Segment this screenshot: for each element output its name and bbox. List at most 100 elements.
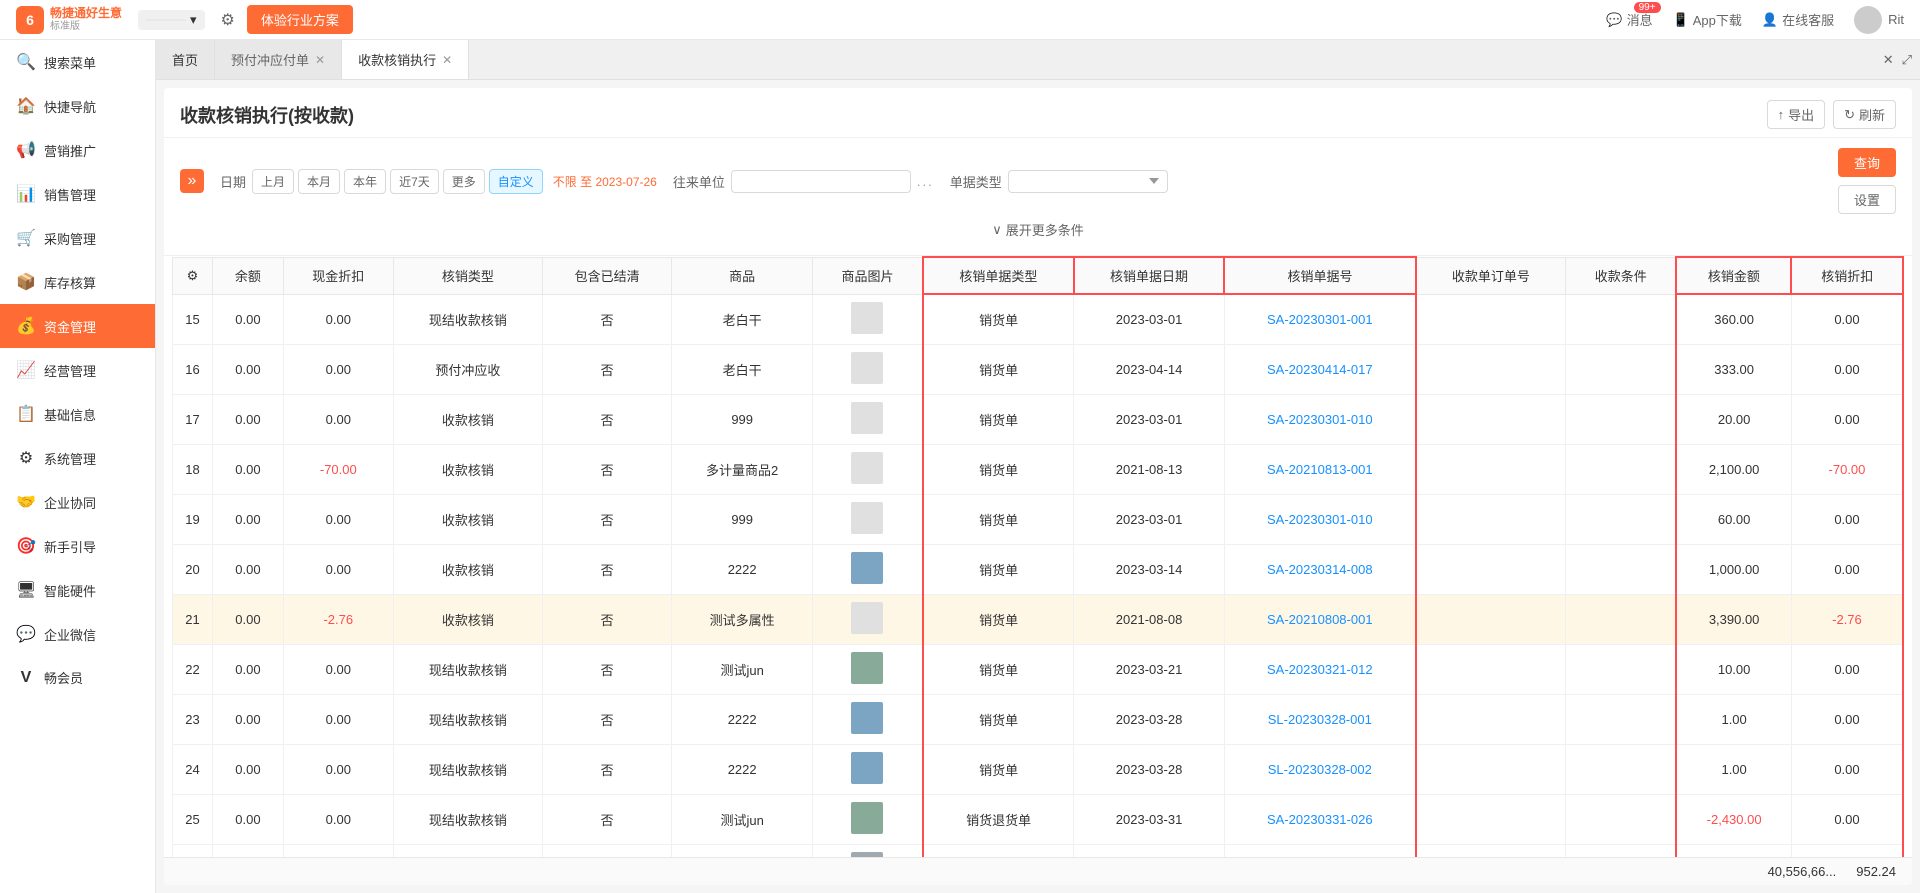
sidebar-label-member: 畅会员 bbox=[44, 668, 83, 687]
voucher-no-link[interactable]: SA-20230331-026 bbox=[1267, 812, 1373, 827]
cell-writeoff-amount: 333.00 bbox=[1676, 344, 1791, 394]
tab-bar-actions: ✕ ⤢ bbox=[1875, 40, 1920, 79]
sidebar-item-marketing[interactable]: 📢 营销推广 bbox=[0, 128, 155, 172]
tab-prepay[interactable]: 预付冲应付单 ✕ bbox=[215, 40, 342, 79]
expand-conditions[interactable]: ∨ 展开更多条件 bbox=[180, 214, 1896, 245]
cell-receipt-order-no bbox=[1416, 594, 1566, 644]
sidebar-item-enterprise[interactable]: 🤝 企业协同 bbox=[0, 480, 155, 524]
settings-button[interactable]: 设置 bbox=[1838, 185, 1896, 214]
cell-product-img bbox=[812, 644, 923, 694]
sidebar-item-system[interactable]: ⚙ 系统管理 bbox=[0, 436, 155, 480]
table-row: 25 0.00 0.00 现结收款核销 否 测试jun 销货退货单 2023-0… bbox=[173, 794, 1904, 844]
cell-product: 老白干 bbox=[672, 294, 812, 344]
cell-writeoff-amount: -2,430.00 bbox=[1676, 794, 1791, 844]
cell-writeoff-amount: 1.00 bbox=[1676, 694, 1791, 744]
date-more[interactable]: 更多 bbox=[443, 169, 485, 194]
sidebar-item-inventory[interactable]: 📦 库存核算 bbox=[0, 260, 155, 304]
cell-voucher-date: 2023-03-31 bbox=[1074, 794, 1225, 844]
query-button[interactable]: 查询 bbox=[1838, 148, 1896, 177]
filter-expand-button[interactable]: » bbox=[180, 169, 204, 193]
footer-total-amount: 40,556,66... bbox=[1768, 864, 1837, 879]
table-row: 17 0.00 0.00 收款核销 否 999 销货单 2023-03-01 S… bbox=[173, 394, 1904, 444]
company-dropdown[interactable]: ▾ bbox=[138, 10, 205, 30]
cell-receipt-condition bbox=[1566, 544, 1677, 594]
voucher-no-link[interactable]: SA-20230314-008 bbox=[1267, 562, 1373, 577]
message-action[interactable]: 💬 消息 99+ bbox=[1606, 10, 1652, 29]
cell-cash-discount: 0.00 bbox=[283, 294, 393, 344]
cell-product-img bbox=[812, 344, 923, 394]
cell-balance: 0.00 bbox=[213, 594, 284, 644]
voucher-no-link[interactable]: SA-20230414-017 bbox=[1267, 362, 1373, 377]
app-download-action[interactable]: 📱 App下载 bbox=[1673, 10, 1742, 29]
sidebar-item-search[interactable]: 🔍 搜索菜单 bbox=[0, 40, 155, 84]
date-custom[interactable]: 自定义 bbox=[489, 169, 543, 194]
column-settings-icon[interactable]: ⚙ bbox=[187, 268, 199, 283]
cell-product-img bbox=[812, 394, 923, 444]
cell-voucher-no: SA-20230331-026 bbox=[1224, 794, 1415, 844]
filter-row-1: » 日期 上月 本月 本年 近7天 更多 自定义 bbox=[180, 148, 1896, 214]
top-bar: 6 畅捷通好生意 标准版 ▾ ⚙ 体验行业方案 💬 消息 99+ 📱 App下载… bbox=[0, 0, 1920, 40]
voucher-no-link[interactable]: SA-20210808-001 bbox=[1267, 612, 1373, 627]
tab-home-label: 首页 bbox=[172, 50, 198, 69]
voucher-no-link[interactable]: SA-20230301-010 bbox=[1267, 412, 1373, 427]
app-icon: 📱 bbox=[1673, 12, 1689, 28]
cell-voucher-date: 2023-03-21 bbox=[1074, 644, 1225, 694]
dots-icon: ... bbox=[917, 174, 934, 189]
tab-writeoff[interactable]: 收款核销执行 ✕ bbox=[342, 40, 469, 79]
sidebar-item-smart-hw[interactable]: 🖥 智能硬件 bbox=[0, 568, 155, 612]
sidebar-item-operations[interactable]: 📈 经营管理 bbox=[0, 348, 155, 392]
sidebar-label-guide: 新手引导 bbox=[44, 537, 96, 556]
sidebar-item-quick-nav[interactable]: 🏠 快捷导航 bbox=[0, 84, 155, 128]
col-balance: 余额 bbox=[213, 257, 284, 294]
cell-cash-discount: 0.00 bbox=[283, 344, 393, 394]
sidebar-item-sales[interactable]: 📊 销售管理 bbox=[0, 172, 155, 216]
cell-no: 25 bbox=[173, 794, 213, 844]
cell-voucher-no: ABC-001 bbox=[1224, 844, 1415, 857]
cell-voucher-no: SA-20230314-008 bbox=[1224, 544, 1415, 594]
table-container: ⚙ 余额 现金折扣 核销类型 包含已结清 商品 商品图片 核销单据类型 核销单据… bbox=[164, 256, 1912, 857]
table-header-row: ⚙ 余额 现金折扣 核销类型 包含已结清 商品 商品图片 核销单据类型 核销单据… bbox=[173, 257, 1904, 294]
date-7days[interactable]: 近7天 bbox=[390, 169, 439, 194]
cell-voucher-no: SA-20210808-001 bbox=[1224, 594, 1415, 644]
tab-prepay-close[interactable]: ✕ bbox=[315, 53, 325, 67]
cell-no: 23 bbox=[173, 694, 213, 744]
voucher-type-select[interactable] bbox=[1008, 170, 1168, 193]
app-name: 畅捷通好生意 bbox=[50, 6, 122, 20]
sidebar-item-guide[interactable]: 🎯 新手引导 bbox=[0, 524, 155, 568]
cell-product-img bbox=[812, 544, 923, 594]
gear-icon[interactable]: ⚙ bbox=[221, 10, 235, 30]
counterparty-input[interactable] bbox=[731, 170, 911, 193]
date-this-month[interactable]: 本月 bbox=[298, 169, 340, 194]
cell-writeoff-discount: 0.00 bbox=[1791, 544, 1903, 594]
tab-expand-icon[interactable]: ⤢ bbox=[1902, 52, 1912, 68]
cell-voucher-no: SA-20230301-010 bbox=[1224, 494, 1415, 544]
sidebar-item-wechat[interactable]: 💬 企业微信 bbox=[0, 612, 155, 656]
refresh-button[interactable]: ↻ 刷新 bbox=[1833, 100, 1896, 129]
sidebar-item-basic-info[interactable]: 📋 基础信息 bbox=[0, 392, 155, 436]
tab-writeoff-close[interactable]: ✕ bbox=[442, 53, 452, 67]
sidebar-item-purchase[interactable]: 🛒 采购管理 bbox=[0, 216, 155, 260]
export-icon: ↑ bbox=[1778, 107, 1785, 122]
date-last-month[interactable]: 上月 bbox=[252, 169, 294, 194]
online-service-label: 在线客服 bbox=[1782, 10, 1834, 29]
voucher-no-link[interactable]: SA-20230301-001 bbox=[1267, 312, 1373, 327]
online-service-action[interactable]: 👤 在线客服 bbox=[1762, 10, 1834, 29]
date-this-year[interactable]: 本年 bbox=[344, 169, 386, 194]
tab-close-all-icon[interactable]: ✕ bbox=[1883, 52, 1894, 68]
voucher-no-link[interactable]: SA-20230321-012 bbox=[1267, 662, 1373, 677]
voucher-no-link[interactable]: SL-20230328-001 bbox=[1268, 712, 1372, 727]
export-button[interactable]: ↑ 导出 bbox=[1767, 100, 1826, 129]
voucher-no-link[interactable]: SA-20210813-001 bbox=[1267, 462, 1373, 477]
cell-voucher-date: 2023-03-01 bbox=[1074, 494, 1225, 544]
voucher-no-link[interactable]: SA-20230301-010 bbox=[1267, 512, 1373, 527]
voucher-no-link[interactable]: SL-20230328-002 bbox=[1268, 762, 1372, 777]
cell-voucher-type: 销货单 bbox=[923, 344, 1074, 394]
counterparty-label: 往来单位 bbox=[673, 172, 725, 191]
sidebar-item-member[interactable]: V 畅会员 bbox=[0, 656, 155, 699]
message-badge: 99+ bbox=[1634, 2, 1661, 13]
tab-home[interactable]: 首页 bbox=[156, 40, 215, 79]
cell-product: 2222 bbox=[672, 544, 812, 594]
sidebar-item-finance[interactable]: 💰 资金管理 bbox=[0, 304, 155, 348]
cell-balance: 0.00 bbox=[213, 344, 284, 394]
trial-button[interactable]: 体验行业方案 bbox=[247, 5, 353, 34]
